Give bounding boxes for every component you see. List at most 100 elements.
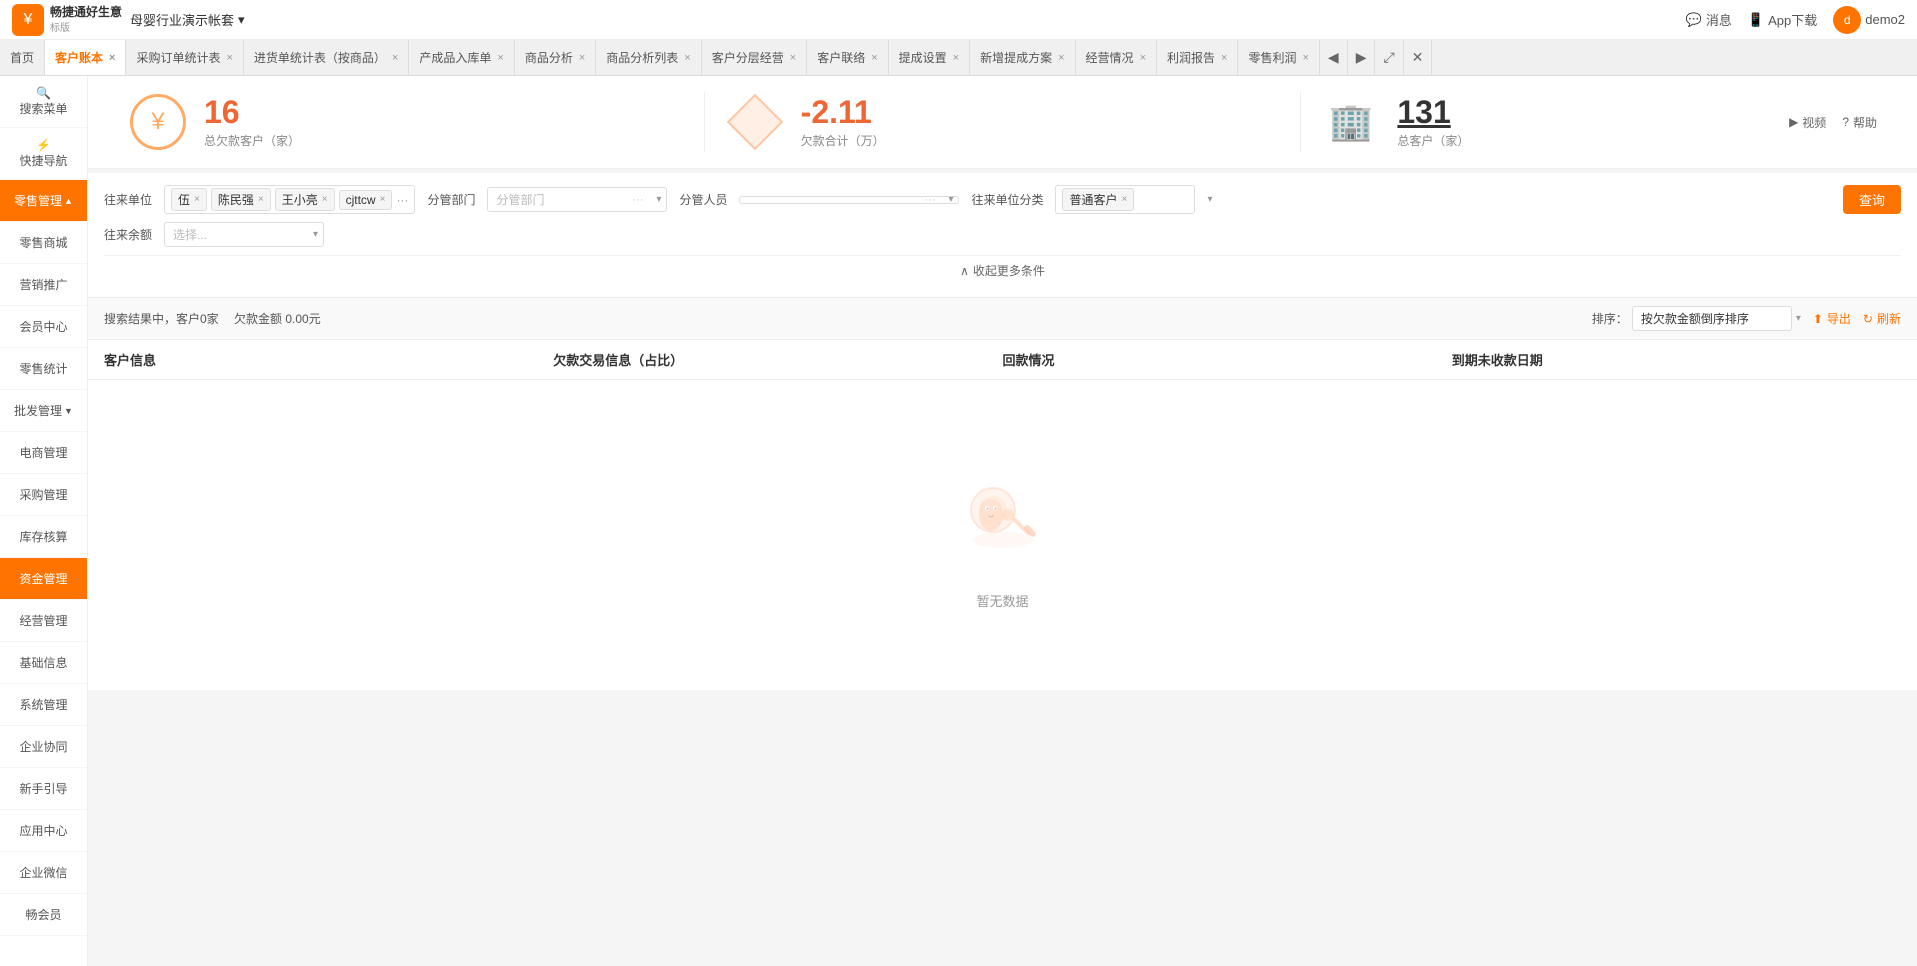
tab-close-icon[interactable]: × <box>1140 52 1146 64</box>
stat-actions: ▶ 视频 ? 帮助 <box>1789 114 1877 131</box>
tag-chen-close[interactable]: × <box>258 194 264 205</box>
tag-wang-close[interactable]: × <box>322 194 328 205</box>
tag-normal-close[interactable]: × <box>1122 194 1128 205</box>
sidebar-item-ecommerce[interactable]: 电商管理 <box>0 432 87 474</box>
tab-close-icon[interactable]: × <box>579 52 585 64</box>
user-menu[interactable]: d demo2 <box>1833 6 1905 34</box>
manager-label: 分管人员 <box>679 191 727 208</box>
message-icon: 💬 <box>1686 12 1702 28</box>
tab-close-icon[interactable]: × <box>790 52 796 64</box>
tab-customer-contact[interactable]: 客户联络 × <box>807 40 888 75</box>
sidebar-item-system[interactable]: 系统管理 <box>0 684 87 726</box>
tab-operations[interactable]: 经营情况 × <box>1076 40 1157 75</box>
unit-type-input[interactable]: 普通客户 × <box>1055 185 1195 214</box>
total-customers-count: 131 <box>1397 96 1469 128</box>
tab-label: 产成品入库单 <box>419 49 491 66</box>
sidebar-item-finance[interactable]: 资金管理 <box>0 558 87 600</box>
sidebar: 🔍 搜索菜单 ⚡ 快捷导航 零售管理 ▲ 零售商城 营销推广 会员中心 零售统计… <box>0 76 88 966</box>
balance-select[interactable]: 选择... <box>164 222 324 247</box>
chevron-icon: ▲ <box>64 196 73 206</box>
tab-close-icon[interactable]: × <box>497 52 503 64</box>
avatar: d <box>1833 6 1861 34</box>
tab-inbound-stats[interactable]: 进货单统计表（按商品） × <box>244 40 409 75</box>
tab-customer-tier[interactable]: 客户分层经营 × <box>702 40 807 75</box>
collapse-btn[interactable]: ∧ 收起更多条件 <box>960 262 1045 279</box>
unit-tag-input[interactable]: 伍 × 陈民强 × 王小亮 × cjttcw × ··· <box>164 185 415 214</box>
sidebar-item-retail-mall[interactable]: 零售商城 <box>0 222 87 264</box>
total-customers-label: 总客户（家） <box>1397 132 1469 149</box>
tab-maximize[interactable]: ⤢ <box>1375 40 1403 75</box>
sidebar-item-purchase[interactable]: 采购管理 <box>0 474 87 516</box>
tab-label: 新增提成方案 <box>980 49 1052 66</box>
logo-area: ¥ 畅捷通好生意 标版 <box>12 4 122 36</box>
sidebar-item-search[interactable]: 🔍 搜索菜单 <box>0 76 87 128</box>
workspace-selector[interactable]: 母婴行业演示帐套 ▾ <box>130 10 245 29</box>
yen-circle-icon: ¥ <box>130 94 186 150</box>
export-btn[interactable]: ⬆ 导出 <box>1813 310 1851 327</box>
tab-label: 进货单统计表（按商品） <box>254 49 386 66</box>
tab-profit-report[interactable]: 利润报告 × <box>1157 40 1238 75</box>
tag-wangxiaoliang[interactable]: 王小亮 × <box>275 188 335 211</box>
tab-home[interactable]: 首页 <box>0 40 45 75</box>
video-btn[interactable]: ▶ 视频 <box>1789 114 1826 131</box>
tab-nav-right[interactable]: ▶ <box>1348 40 1376 75</box>
stat-customers-info: 16 总欠款客户（家） <box>204 96 300 149</box>
sidebar-item-retail-stats[interactable]: 零售统计 <box>0 348 87 390</box>
sidebar-item-member[interactable]: 会员中心 <box>0 306 87 348</box>
balance-select-wrapper: 选择... ▾ <box>164 222 324 247</box>
message-btn[interactable]: 💬 消息 <box>1686 10 1732 29</box>
filter-area: 往来单位 伍 × 陈民强 × 王小亮 × cjttcw <box>88 173 1917 298</box>
sidebar-item-premium[interactable]: 畅会员 <box>0 894 87 936</box>
refresh-btn[interactable]: ↻ 刷新 <box>1863 310 1901 327</box>
tag-cjttcw-close[interactable]: × <box>380 194 386 205</box>
sidebar-item-wholesale[interactable]: 批发管理 ▼ <box>0 390 87 432</box>
tab-new-incentive[interactable]: 新增提成方案 × <box>970 40 1075 75</box>
tab-close-icon[interactable]: × <box>226 52 232 64</box>
chevron-icon: ▼ <box>64 406 73 416</box>
sidebar-item-marketing[interactable]: 营销推广 <box>0 264 87 306</box>
tab-close-icon[interactable]: × <box>392 52 398 64</box>
tab-close-icon[interactable]: × <box>1221 52 1227 64</box>
tab-purchase-order[interactable]: 采购订单统计表 × <box>126 40 243 75</box>
export-icon: ⬆ <box>1813 312 1823 326</box>
tab-close-all[interactable]: ✕ <box>1404 40 1433 75</box>
tag-wu[interactable]: 伍 × <box>171 188 207 211</box>
collapse-row: ∧ 收起更多条件 <box>104 255 1901 285</box>
tab-nav-left[interactable]: ◀ <box>1320 40 1348 75</box>
app-download-btn[interactable]: 📱 App下载 <box>1748 10 1817 29</box>
play-icon: ▶ <box>1789 115 1798 129</box>
tab-incentive[interactable]: 提成设置 × <box>889 40 970 75</box>
tab-close-icon[interactable]: × <box>1302 52 1308 64</box>
tag-wu-close[interactable]: × <box>194 194 200 205</box>
sidebar-item-new-guide[interactable]: 新手引导 <box>0 768 87 810</box>
sidebar-item-operations[interactable]: 经营管理 <box>0 600 87 642</box>
customers-icon: ¥ <box>128 92 188 152</box>
tag-normal-customer[interactable]: 普通客户 × <box>1062 188 1134 211</box>
sidebar-item-basic-info[interactable]: 基础信息 <box>0 642 87 684</box>
sidebar-item-enterprise-collab[interactable]: 企业协同 <box>0 726 87 768</box>
tab-close-icon[interactable]: × <box>684 52 690 64</box>
sidebar-item-retail-mgmt[interactable]: 零售管理 ▲ <box>0 180 87 222</box>
tag-cjttcw[interactable]: cjttcw × <box>339 190 393 210</box>
sidebar-item-enterprise-wechat[interactable]: 企业微信 <box>0 852 87 894</box>
tab-product-analysis[interactable]: 商品分析 × <box>515 40 596 75</box>
more-tags-btn[interactable]: ··· <box>396 193 408 207</box>
header-right: 💬 消息 📱 App下载 d demo2 <box>1686 6 1905 34</box>
tab-close-icon[interactable]: × <box>1058 52 1064 64</box>
tag-chenminqiang[interactable]: 陈民强 × <box>211 188 271 211</box>
query-button[interactable]: 查询 <box>1843 185 1901 214</box>
sidebar-item-inventory[interactable]: 库存核算 <box>0 516 87 558</box>
tab-customer-book[interactable]: 客户账本 × <box>45 40 126 75</box>
sort-select[interactable]: 按欠款金额倒序排序 <box>1632 306 1792 331</box>
sidebar-item-quick-nav[interactable]: ⚡ 快捷导航 <box>0 128 87 180</box>
dept-clear-icon[interactable]: ··· <box>632 194 643 206</box>
sidebar-item-app-center[interactable]: 应用中心 <box>0 810 87 852</box>
tab-close-icon[interactable]: × <box>871 52 877 64</box>
tab-close-icon[interactable]: × <box>109 52 115 64</box>
tab-production[interactable]: 产成品入库单 × <box>409 40 514 75</box>
tab-retail-profit[interactable]: 零售利润 × <box>1238 40 1319 75</box>
tab-close-icon[interactable]: × <box>953 52 959 64</box>
tab-product-list[interactable]: 商品分析列表 × <box>596 40 701 75</box>
manager-more-icon[interactable]: ··· <box>924 194 935 206</box>
help-btn[interactable]: ? 帮助 <box>1842 114 1877 131</box>
